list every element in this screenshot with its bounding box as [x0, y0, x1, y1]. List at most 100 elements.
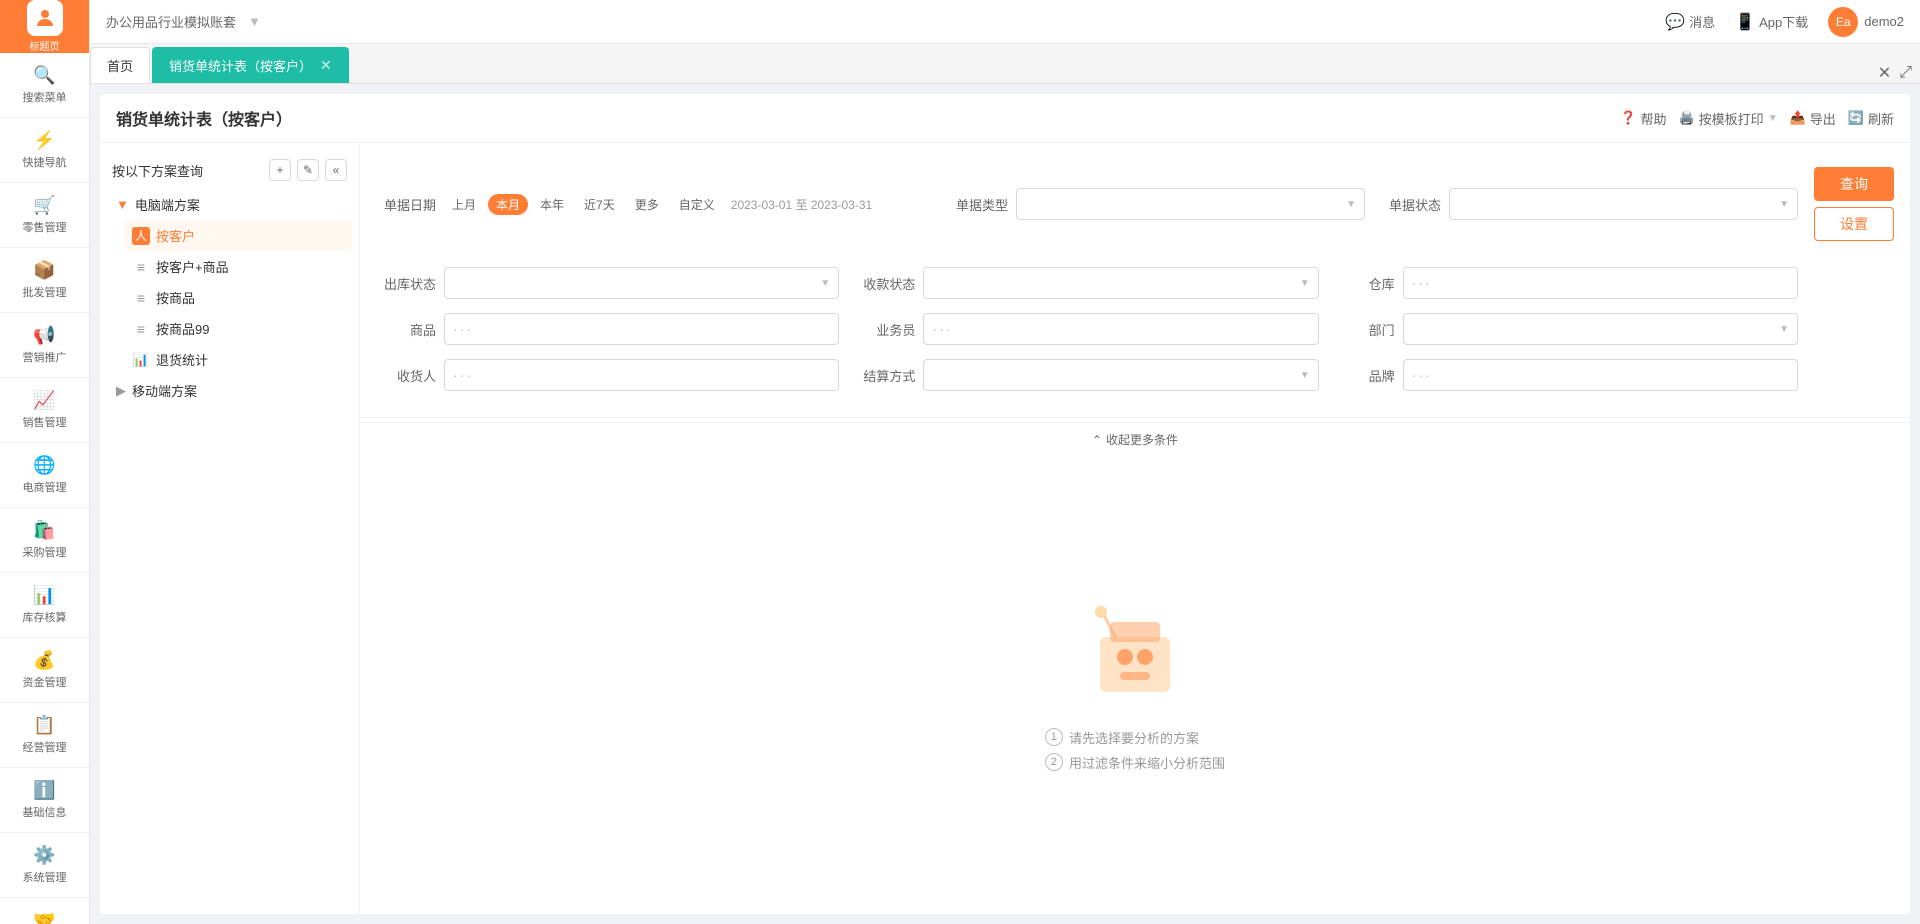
nav-item-3[interactable]: 📦批发管理	[0, 248, 90, 313]
help-label: 帮助	[1640, 109, 1666, 128]
nav-item-6[interactable]: 🌐电商管理	[0, 443, 90, 508]
date-tab-7days[interactable]: 近7天	[576, 194, 623, 215]
query-btn[interactable]: 查询	[1814, 167, 1894, 201]
scheme-item-goods[interactable]: ≡ 按商品	[124, 282, 351, 313]
nav-item-9[interactable]: 💰资金管理	[0, 638, 90, 703]
sidebar: 标题页 🔍搜索菜单⚡快捷导航🛒零售管理📦批发管理📢营销推广📈销售管理🌐电商管理🛍…	[0, 0, 90, 924]
content-area: 销货单统计表（按客户） ❓ 帮助 🖨️ 按模板打印 ▼ 📤 导出	[90, 84, 1920, 924]
nav-item-0[interactable]: 🔍搜索菜单	[0, 53, 90, 118]
help-btn[interactable]: ❓ 帮助	[1620, 109, 1666, 128]
nav-icon-5: 📈	[33, 390, 55, 411]
settings-btn[interactable]: 设置	[1814, 207, 1894, 241]
tab-home[interactable]: 首页	[90, 47, 150, 83]
filter-goods-item: 商品 ···	[376, 313, 839, 345]
app-download-btn[interactable]: 📱 App下载	[1735, 12, 1808, 32]
nav-item-10[interactable]: 📋经营管理	[0, 703, 90, 768]
export-label: 导出	[1810, 109, 1836, 128]
app-title-arrow[interactable]: ▼	[248, 14, 261, 29]
header-right: 💬 消息 📱 App下载 Ea demo2	[1665, 7, 1904, 37]
nav-icon-7: 🛍️	[33, 520, 55, 541]
tab-close-all-icon[interactable]: ✕	[1878, 63, 1891, 83]
filter-warehouse-input[interactable]: ···	[1403, 267, 1798, 299]
scheme-item-goods-icon: ≡	[132, 289, 150, 307]
print-arrow-icon: ▼	[1768, 113, 1778, 124]
logo-text: 标题页	[30, 38, 60, 53]
tip-text-1: 请先选择要分析的方案	[1069, 728, 1199, 747]
filter-receiver-input[interactable]: ···	[444, 359, 839, 391]
page-content: 销货单统计表（按客户） ❓ 帮助 🖨️ 按模板打印 ▼ 📤 导出	[100, 94, 1910, 914]
app-download-icon: 📱	[1735, 12, 1755, 32]
filter-warehouse-item: 仓库 ···	[1335, 267, 1798, 299]
nav-icon-9: 💰	[33, 650, 55, 671]
filter-goods-dots-icon: ···	[453, 321, 473, 337]
nav-icon-4: 📢	[33, 325, 55, 346]
logo[interactable]: 标题页	[0, 0, 90, 53]
scheme-item-customer-goods[interactable]: ≡ 按客户+商品	[124, 251, 351, 282]
collapse-conditions-btn[interactable]: ⌃ 收起更多条件	[1092, 431, 1178, 448]
filter-dept-input[interactable]: ▼	[1403, 313, 1798, 345]
user-avatar: Ea	[1828, 7, 1858, 37]
filter-out-item: 出库状态 ▼	[376, 267, 839, 299]
filter-settle-arrow-icon: ▼	[1300, 370, 1310, 381]
nav-item-2[interactable]: 🛒零售管理	[0, 183, 90, 248]
date-tab-custom[interactable]: 自定义	[671, 194, 723, 215]
filter-receive-item: 收款状态 ▼	[855, 267, 1318, 299]
date-tab-this-year[interactable]: 本年	[532, 194, 572, 215]
refresh-btn[interactable]: 🔄 刷新	[1848, 109, 1894, 128]
help-icon: ❓	[1620, 110, 1636, 126]
page-actions: ❓ 帮助 🖨️ 按模板打印 ▼ 📤 导出 🔄 刷新	[1620, 109, 1894, 128]
print-icon: 🖨️	[1678, 110, 1694, 126]
scheme-group-mobile-header[interactable]: ▶ 移动端方案	[108, 375, 351, 406]
filter-warehouse-label: 仓库	[1335, 274, 1395, 293]
nav-item-13[interactable]: 🤝企业协同	[0, 898, 90, 924]
filter-staff-input[interactable]: ···	[923, 313, 1318, 345]
tab-expand-icon[interactable]: ⤢	[1899, 64, 1912, 82]
filter-status-input[interactable]: ▼	[1449, 188, 1798, 220]
filter-receive-input[interactable]: ▼	[923, 267, 1318, 299]
filter-out-input[interactable]: ▼	[444, 267, 839, 299]
scheme-item-goods99[interactable]: ≡ 按商品99	[124, 313, 351, 344]
print-label: 按模板打印	[1699, 109, 1764, 128]
nav-label-3: 批发管理	[23, 284, 67, 300]
scheme-add-btn[interactable]: +	[269, 159, 291, 181]
scheme-group-pc-children: 人 按客户 ≡ 按客户+商品 ≡ 按商品	[108, 220, 351, 375]
scheme-edit-btn[interactable]: ✎	[297, 159, 319, 181]
nav-item-8[interactable]: 📊库存核算	[0, 573, 90, 638]
filter-container: 按以下方案查询 + ✎ «	[100, 143, 1910, 914]
filter-status-label: 单据状态	[1381, 195, 1441, 214]
scheme-collapse-btn[interactable]: «	[325, 159, 347, 181]
filter-settle-input[interactable]: ▼	[923, 359, 1318, 391]
scheme-item-return[interactable]: 📊 退货统计	[124, 344, 351, 375]
tab-close-icon[interactable]: ✕	[320, 57, 332, 74]
date-tab-last-month[interactable]: 上月	[444, 194, 484, 215]
date-tab-more[interactable]: 更多	[627, 194, 667, 215]
tip-num-2: 2	[1045, 753, 1063, 771]
app-title: 办公用品行业模拟账套	[106, 12, 236, 31]
filter-date-label: 单据日期	[376, 195, 436, 214]
scheme-item-goods-label: 按商品	[156, 288, 195, 307]
date-tab-this-month[interactable]: 本月	[488, 194, 528, 215]
tab-report[interactable]: 销货单统计表（按客户） ✕	[152, 47, 349, 83]
scheme-item-customer[interactable]: 人 按客户	[124, 220, 351, 251]
export-btn[interactable]: 📤 导出	[1790, 109, 1836, 128]
filter-receiver-label: 收货人	[376, 366, 436, 385]
filter-row-1: 单据日期 上月 本月 本年 近7天 更多 自定义 2023-03-01 至 20…	[376, 155, 1894, 253]
nav-item-1[interactable]: ⚡快捷导航	[0, 118, 90, 183]
filter-section: 单据日期 上月 本月 本年 近7天 更多 自定义 2023-03-01 至 20…	[360, 143, 1910, 418]
filter-brand-item: 品牌 ···	[1335, 359, 1798, 391]
message-btn[interactable]: 💬 消息	[1665, 12, 1715, 32]
collapse-row: ⌃ 收起更多条件	[360, 422, 1910, 456]
nav-item-11[interactable]: ℹ️基础信息	[0, 768, 90, 833]
user-info[interactable]: Ea demo2	[1828, 7, 1904, 37]
print-btn[interactable]: 🖨️ 按模板打印 ▼	[1678, 109, 1777, 128]
scheme-item-return-label: 退货统计	[156, 350, 208, 369]
filter-brand-input[interactable]: ···	[1403, 359, 1798, 391]
nav-item-12[interactable]: ⚙️系统管理	[0, 833, 90, 898]
nav-item-5[interactable]: 📈销售管理	[0, 378, 90, 443]
scheme-group-pc-header[interactable]: ▼ 电脑端方案	[108, 189, 351, 220]
page-header: 销货单统计表（按客户） ❓ 帮助 🖨️ 按模板打印 ▼ 📤 导出	[100, 94, 1910, 143]
filter-type-input[interactable]: ▼	[1016, 188, 1365, 220]
nav-item-7[interactable]: 🛍️采购管理	[0, 508, 90, 573]
nav-item-4[interactable]: 📢营销推广	[0, 313, 90, 378]
filter-goods-input[interactable]: ···	[444, 313, 839, 345]
